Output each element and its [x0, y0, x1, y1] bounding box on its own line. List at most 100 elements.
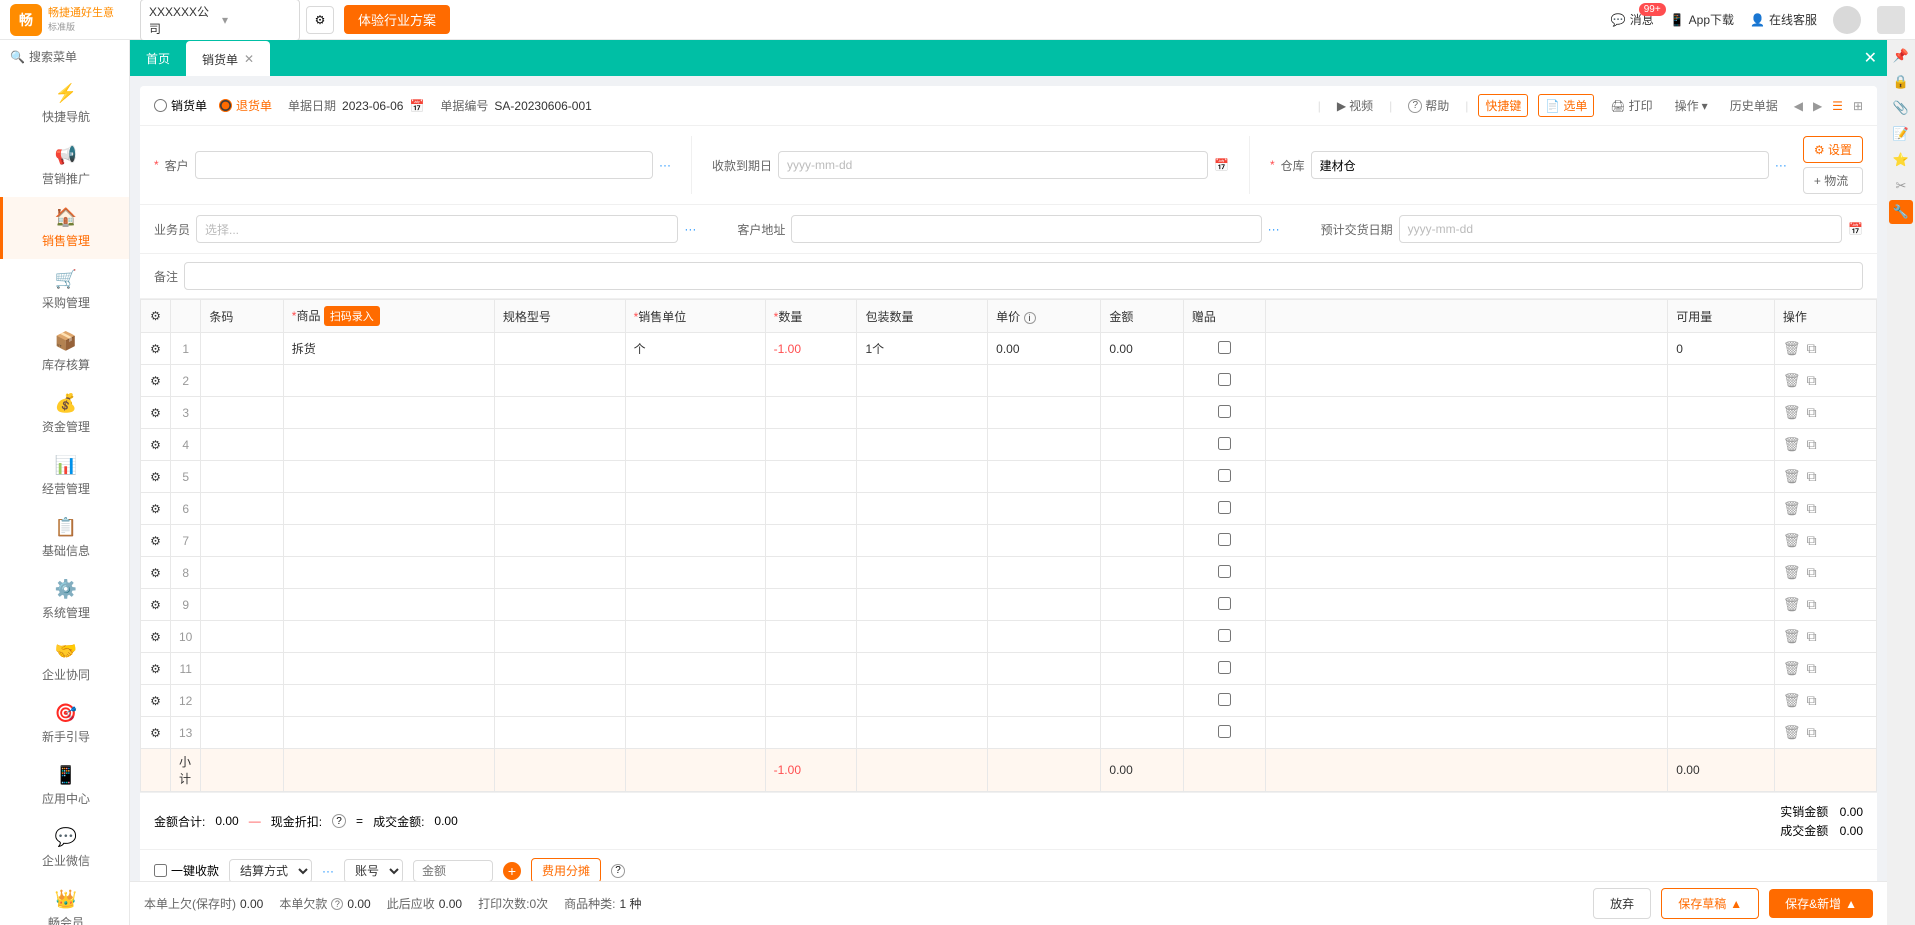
row-amount-6[interactable]: [1101, 525, 1183, 557]
row-unit-9[interactable]: [625, 621, 765, 653]
app-download-button[interactable]: 📱 App下载: [1670, 11, 1734, 28]
gift-checkbox-1[interactable]: [1218, 373, 1231, 386]
return-order-radio[interactable]: [219, 99, 232, 112]
row-settings-9[interactable]: ⚙: [141, 621, 171, 653]
sales-order-radio-item[interactable]: 销货单: [154, 97, 207, 114]
payment-due-calendar[interactable]: 📅: [1214, 158, 1229, 172]
row-spec-1[interactable]: [494, 365, 625, 397]
row-settings-11[interactable]: ⚙: [141, 685, 171, 717]
logistics-button[interactable]: + 物流: [1803, 167, 1863, 194]
row-gift-8[interactable]: [1183, 589, 1265, 621]
row-notes-4[interactable]: [1266, 461, 1668, 493]
row-unit-5[interactable]: [625, 493, 765, 525]
view-list[interactable]: ☰: [1832, 99, 1843, 113]
row-spec-12[interactable]: [494, 717, 625, 749]
scan-button[interactable]: 扫码录入: [324, 306, 380, 326]
copy-row-10[interactable]: ⧉: [1807, 660, 1817, 677]
copy-row-9[interactable]: ⧉: [1807, 628, 1817, 645]
warehouse-more-dots[interactable]: ···: [1775, 158, 1787, 172]
calc-method-select[interactable]: 结算方式: [229, 859, 312, 882]
row-spec-3[interactable]: [494, 429, 625, 461]
row-unit-8[interactable]: [625, 589, 765, 621]
remarks-input[interactable]: [184, 262, 1863, 290]
row-amount-12[interactable]: [1101, 717, 1183, 749]
row-product-1[interactable]: [283, 365, 494, 397]
copy-row-7[interactable]: ⧉: [1807, 564, 1817, 581]
row-gift-10[interactable]: [1183, 653, 1265, 685]
row-spec-0[interactable]: [494, 333, 625, 365]
row-notes-11[interactable]: [1266, 685, 1668, 717]
row-qty-11[interactable]: [765, 685, 857, 717]
sidebar-item-basic[interactable]: 📋 基础信息: [0, 507, 129, 569]
delete-row-12[interactable]: 🗑: [1783, 724, 1801, 741]
delete-row-10[interactable]: 🗑: [1783, 660, 1801, 677]
gift-checkbox-5[interactable]: [1218, 501, 1231, 514]
row-notes-9[interactable]: [1266, 621, 1668, 653]
row-product-2[interactable]: [283, 397, 494, 429]
payment-due-input[interactable]: yyyy-mm-dd: [778, 151, 1208, 179]
sales-order-radio[interactable]: [154, 99, 167, 112]
copy-row-3[interactable]: ⧉: [1807, 436, 1817, 453]
row-qty-4[interactable]: [765, 461, 857, 493]
row-amount-0[interactable]: 0.00: [1101, 333, 1183, 365]
row-price-9[interactable]: [988, 621, 1101, 653]
sidebar-search[interactable]: 🔍 搜索菜单: [0, 40, 129, 73]
date-calendar-icon[interactable]: 📅: [409, 99, 424, 113]
action-button[interactable]: 操作 ▾: [1669, 95, 1714, 116]
tab-home[interactable]: 首页: [130, 40, 186, 76]
save-draft-button[interactable]: 保存草稿 ▲: [1661, 888, 1759, 919]
row-settings-7[interactable]: ⚙: [141, 557, 171, 589]
row-unit-10[interactable]: [625, 653, 765, 685]
row-product-0[interactable]: 拆货: [283, 333, 494, 365]
delete-row-3[interactable]: 🗑: [1783, 436, 1801, 453]
calc-method-dots[interactable]: ···: [322, 864, 334, 878]
debt-help-icon[interactable]: ?: [331, 898, 343, 910]
close-all-tabs-button[interactable]: ✕: [1864, 50, 1877, 67]
row-amount-9[interactable]: [1101, 621, 1183, 653]
account-select[interactable]: 账号: [344, 859, 403, 882]
row-price-5[interactable]: [988, 493, 1101, 525]
row-amount-5[interactable]: [1101, 493, 1183, 525]
row-gift-1[interactable]: [1183, 365, 1265, 397]
delete-row-7[interactable]: 🗑: [1783, 564, 1801, 581]
row-settings-4[interactable]: ⚙: [141, 461, 171, 493]
gift-checkbox-0[interactable]: [1218, 341, 1231, 354]
customer-more-dots[interactable]: ···: [659, 158, 671, 172]
copy-row-5[interactable]: ⧉: [1807, 500, 1817, 517]
sidebar-item-wechat[interactable]: 💬 企业微信: [0, 817, 129, 879]
row-qty-7[interactable]: [765, 557, 857, 589]
row-barcode-9[interactable]: [201, 621, 283, 653]
tab-sales-order[interactable]: 销货单 ✕: [186, 41, 270, 77]
row-product-6[interactable]: [283, 525, 494, 557]
sidebar-item-system[interactable]: ⚙️ 系统管理: [0, 569, 129, 631]
row-notes-3[interactable]: [1266, 429, 1668, 461]
row-spec-6[interactable]: [494, 525, 625, 557]
copy-row-11[interactable]: ⧉: [1807, 692, 1817, 709]
gift-checkbox-7[interactable]: [1218, 565, 1231, 578]
select-order-button[interactable]: 📄 选单: [1538, 94, 1594, 117]
copy-row-8[interactable]: ⧉: [1807, 596, 1817, 613]
gift-checkbox-11[interactable]: [1218, 693, 1231, 706]
gift-checkbox-4[interactable]: [1218, 469, 1231, 482]
nav-next[interactable]: ▶: [1813, 99, 1822, 113]
row-price-1[interactable]: [988, 365, 1101, 397]
customer-address-input[interactable]: [791, 215, 1261, 243]
col-settings[interactable]: ⚙: [141, 300, 171, 333]
sidebar-item-enterprise[interactable]: 🤝 企业协同: [0, 631, 129, 693]
row-notes-2[interactable]: [1266, 397, 1668, 429]
row-settings-2[interactable]: ⚙: [141, 397, 171, 429]
row-qty-6[interactable]: [765, 525, 857, 557]
copy-row-1[interactable]: ⧉: [1807, 372, 1817, 389]
row-product-5[interactable]: [283, 493, 494, 525]
customer-input[interactable]: [195, 151, 653, 179]
row-price-8[interactable]: [988, 589, 1101, 621]
row-barcode-2[interactable]: [201, 397, 283, 429]
sidebar-item-guide[interactable]: 🎯 新手引导: [0, 693, 129, 755]
sidebar-item-quick-nav[interactable]: ⚡ 快捷导航: [0, 73, 129, 135]
rp-btn-3[interactable]: 📎: [1889, 96, 1913, 120]
row-product-8[interactable]: [283, 589, 494, 621]
row-spec-10[interactable]: [494, 653, 625, 685]
return-order-radio-item[interactable]: 退货单: [219, 97, 272, 114]
row-gift-6[interactable]: [1183, 525, 1265, 557]
company-selector[interactable]: XXXXXX公司 ▾: [140, 0, 300, 41]
